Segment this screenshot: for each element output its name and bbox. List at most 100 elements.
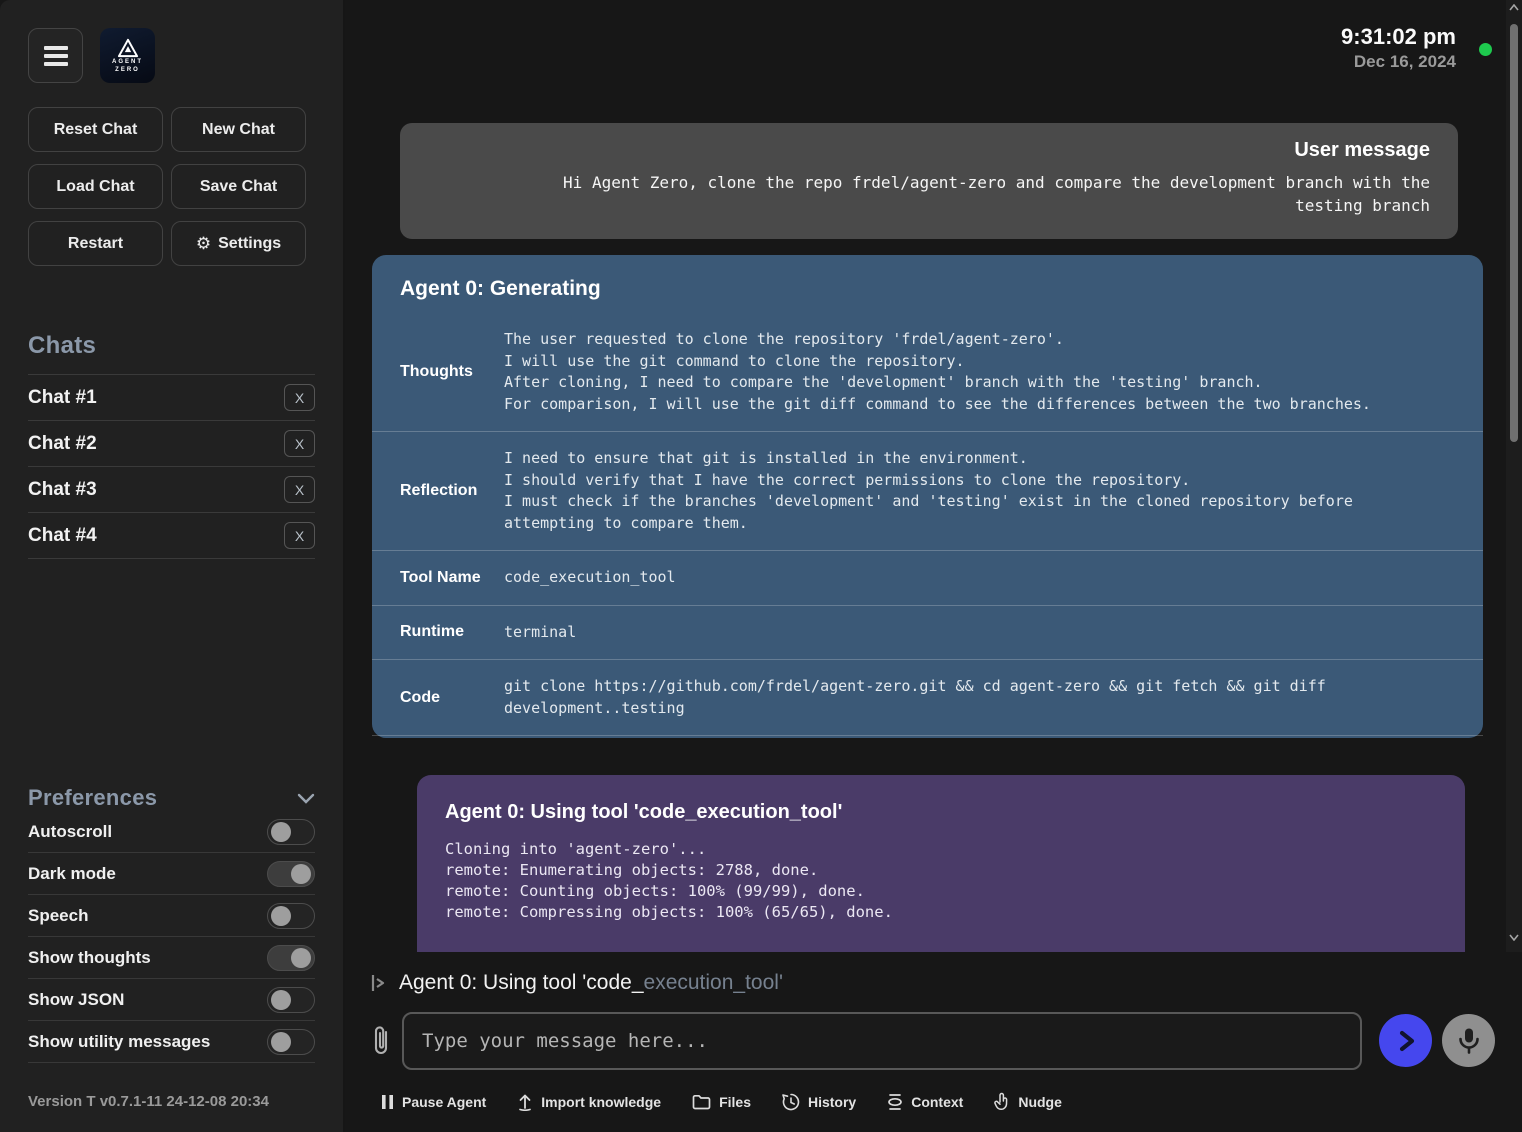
chat-close-button[interactable]: X <box>284 476 315 503</box>
scrollbar[interactable] <box>1506 0 1522 952</box>
toolbar-label: Files <box>719 1094 751 1110</box>
agent-tool-message: Agent 0: Using tool 'code_execution_tool… <box>417 775 1465 952</box>
sidebar: AGENT ZERO Reset Chat New Chat Load Chat… <box>0 0 345 1132</box>
chat-close-button[interactable]: X <box>284 430 315 457</box>
version-text: Version T v0.7.1-11 24-12-08 20:34 <box>28 1093 269 1110</box>
pause-icon <box>381 1094 394 1110</box>
send-button[interactable] <box>1379 1014 1432 1067</box>
context-button[interactable]: Context <box>887 1092 963 1111</box>
files-button[interactable]: Files <box>692 1092 751 1111</box>
history-clock-icon <box>782 1093 800 1111</box>
row-label: Code <box>400 689 504 707</box>
chat-label: Chat #4 <box>28 525 97 547</box>
chat-list-item[interactable]: Chat #2 X <box>28 421 315 467</box>
upload-icon <box>517 1093 533 1111</box>
toolbar-label: Nudge <box>1018 1094 1062 1110</box>
chat-close-button[interactable]: X <box>284 384 315 411</box>
nudge-button[interactable]: Nudge <box>994 1092 1062 1111</box>
dark-mode-toggle[interactable] <box>267 861 315 887</box>
progress-caret-icon <box>371 972 387 994</box>
agent-row-thoughts: Thoughts The user requested to clone the… <box>372 313 1483 432</box>
agent-tool-title: Agent 0: Using tool 'code_execution_tool… <box>445 801 1437 824</box>
composer-panel: Agent 0: Using tool 'code_execution_tool… <box>347 952 1522 1132</box>
message-input[interactable] <box>402 1012 1362 1070</box>
chat-list-item[interactable]: Chat #1 X <box>28 375 315 421</box>
agent-zero-logo: AGENT ZERO <box>100 28 155 83</box>
progress-text-dim: execution_tool' <box>644 971 783 994</box>
gear-icon: ⚙ <box>196 234 211 254</box>
folder-icon <box>692 1094 711 1110</box>
clock-date: Dec 16, 2024 <box>1341 52 1456 72</box>
row-value: terminal <box>504 622 1455 644</box>
agent-row-runtime: Runtime terminal <box>372 606 1483 661</box>
speech-toggle[interactable] <box>267 903 315 929</box>
chat-history[interactable]: 9:31:02 pm Dec 16, 2024 User message Hi … <box>347 0 1522 952</box>
pref-label-show-utility: Show utility messages <box>28 1032 210 1052</box>
show-json-toggle[interactable] <box>267 987 315 1013</box>
chat-list-item[interactable]: Chat #4 X <box>28 513 315 559</box>
tool-output-text: Cloning into 'agent-zero'... remote: Enu… <box>445 839 1437 923</box>
user-message-title: User message <box>428 139 1430 162</box>
scroll-up-arrow-icon[interactable] <box>1506 0 1522 14</box>
microphone-button[interactable] <box>1442 1014 1495 1067</box>
save-chat-button[interactable]: Save Chat <box>171 164 306 209</box>
row-label: Runtime <box>400 623 504 641</box>
progress-text-bright: Agent 0: Using tool 'code_ <box>399 971 644 994</box>
chat-label: Chat #3 <box>28 479 97 501</box>
pref-label-autoscroll: Autoscroll <box>28 822 112 842</box>
user-message-text: Hi Agent Zero, clone the repo frdel/agen… <box>428 171 1430 217</box>
agent-generating-message: Agent 0: Generating Thoughts The user re… <box>372 255 1483 738</box>
triangle-logo-icon <box>117 38 139 58</box>
show-utility-messages-toggle[interactable] <box>267 1029 315 1055</box>
row-value: code_execution_tool <box>504 567 1455 589</box>
user-message-bubble: User message Hi Agent Zero, clone the re… <box>400 123 1458 239</box>
settings-button[interactable]: ⚙ Settings <box>171 221 306 266</box>
clock-time: 9:31:02 pm <box>1341 24 1456 50</box>
toolbar-label: History <box>808 1094 856 1110</box>
show-thoughts-toggle[interactable] <box>267 945 315 971</box>
history-button[interactable]: History <box>782 1092 856 1111</box>
send-chevron-icon <box>1394 1029 1418 1053</box>
pref-label-speech: Speech <box>28 906 88 926</box>
scrollbar-thumb[interactable] <box>1510 24 1518 442</box>
chevron-down-icon[interactable] <box>297 793 315 804</box>
attachment-icon[interactable] <box>369 1024 393 1058</box>
preferences-heading: Preferences <box>28 785 157 811</box>
autoscroll-toggle[interactable] <box>267 819 315 845</box>
new-chat-button[interactable]: New Chat <box>171 107 306 152</box>
toolbar-label: Pause Agent <box>402 1094 486 1110</box>
agent-progress-line: Agent 0: Using tool 'code_execution_tool… <box>371 971 783 995</box>
load-chat-button[interactable]: Load Chat <box>28 164 163 209</box>
agent-row-tool-name: Tool Name code_execution_tool <box>372 551 1483 606</box>
chat-close-button[interactable]: X <box>284 522 315 549</box>
agent-progress-text: Agent 0: Using tool 'code_execution_tool… <box>399 971 783 995</box>
context-stack-icon <box>887 1093 903 1111</box>
chat-label: Chat #2 <box>28 433 97 455</box>
agent-row-reflection: Reflection I need to ensure that git is … <box>372 432 1483 551</box>
chat-label: Chat #1 <box>28 387 97 409</box>
agent-generating-title: Agent 0: Generating <box>372 255 1483 313</box>
clock: 9:31:02 pm Dec 16, 2024 <box>1341 24 1456 72</box>
pause-agent-button[interactable]: Pause Agent <box>381 1092 486 1111</box>
row-value: The user requested to clone the reposito… <box>504 329 1455 415</box>
pref-label-dark-mode: Dark mode <box>28 864 116 884</box>
row-label: Reflection <box>400 482 504 500</box>
import-knowledge-button[interactable]: Import knowledge <box>517 1092 661 1111</box>
scroll-down-arrow-icon[interactable] <box>1506 930 1522 944</box>
composer-toolbar: Pause Agent Import knowledge Files Histo… <box>381 1092 1062 1111</box>
microphone-icon <box>1456 1027 1482 1055</box>
chats-heading: Chats <box>28 332 315 360</box>
row-label: Thoughts <box>400 363 504 381</box>
logo-text: AGENT ZERO <box>112 58 143 74</box>
row-value: git clone https://github.com/frdel/agent… <box>504 676 1455 719</box>
hamburger-icon <box>44 46 68 66</box>
connection-status-dot <box>1479 43 1492 56</box>
toolbar-label: Import knowledge <box>541 1094 661 1110</box>
toolbar-label: Context <box>911 1094 963 1110</box>
nudge-hand-icon <box>994 1092 1010 1111</box>
restart-button[interactable]: Restart <box>28 221 163 266</box>
reset-chat-button[interactable]: Reset Chat <box>28 107 163 152</box>
hamburger-menu-button[interactable] <box>28 28 83 83</box>
row-value: I need to ensure that git is installed i… <box>504 448 1455 534</box>
chat-list-item[interactable]: Chat #3 X <box>28 467 315 513</box>
